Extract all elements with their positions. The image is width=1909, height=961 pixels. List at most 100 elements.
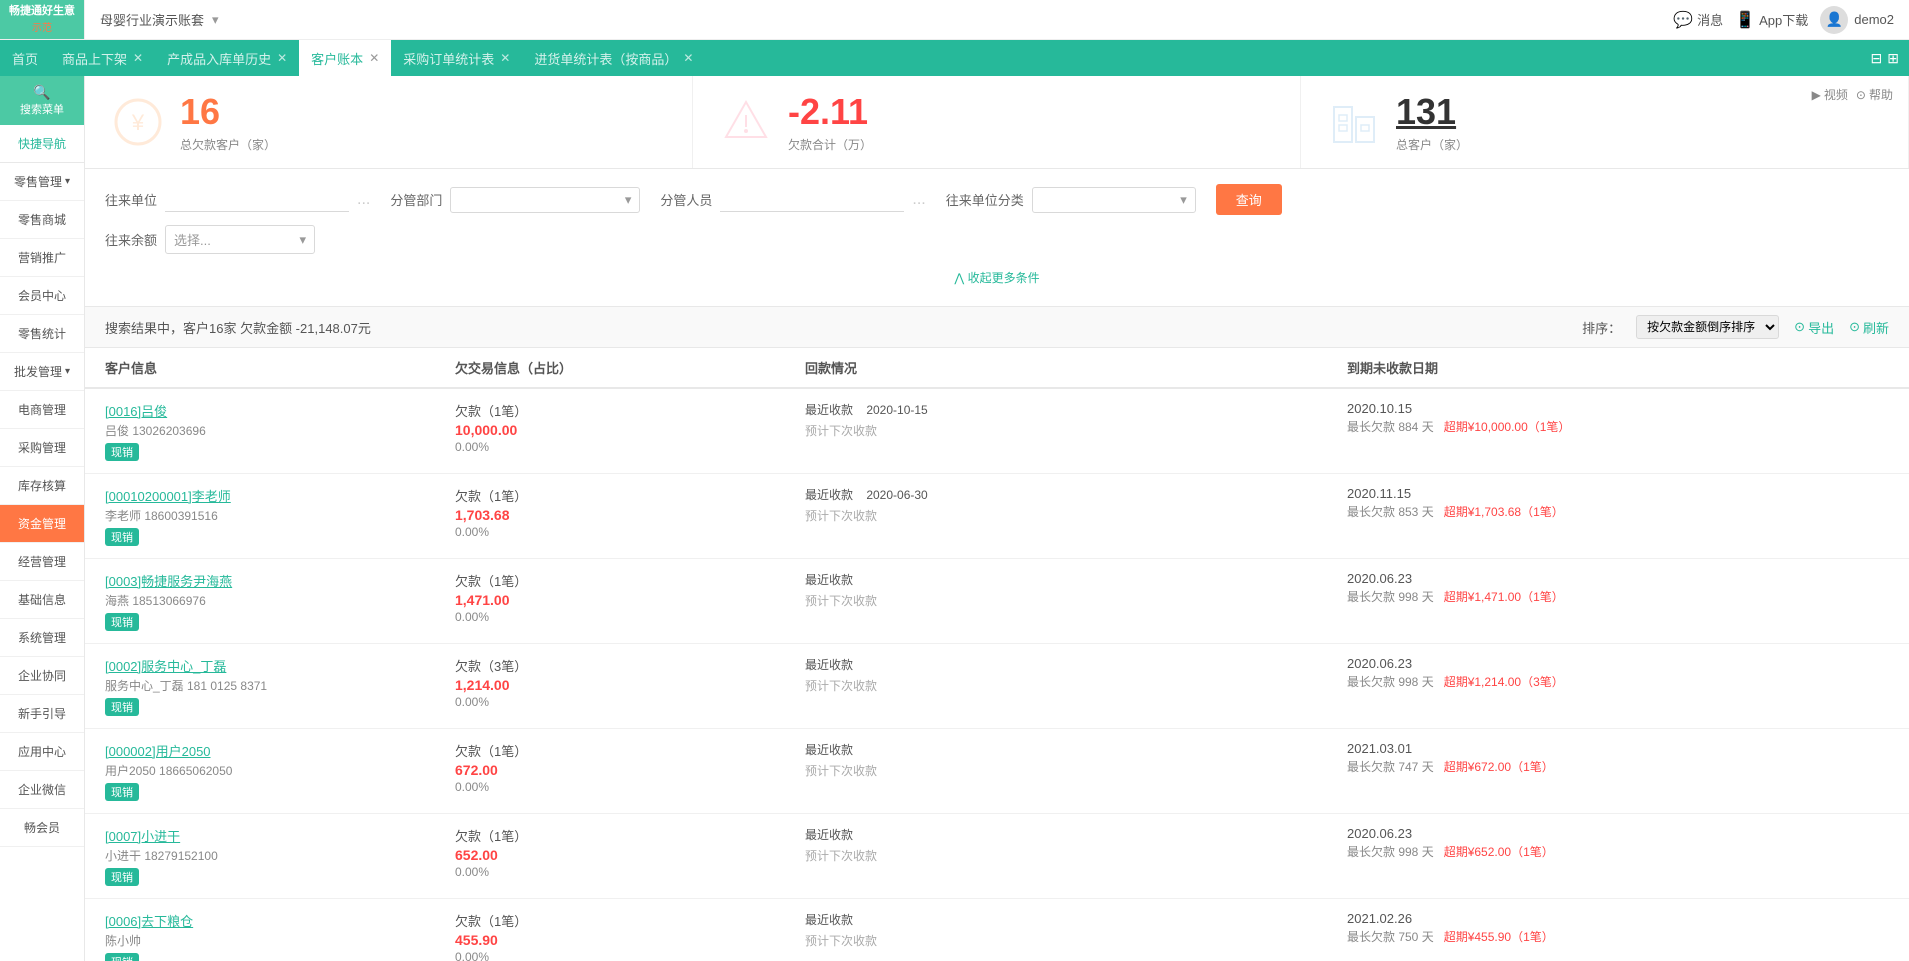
person-input[interactable] [720, 188, 904, 212]
tab-purchase-stats[interactable]: 进货单统计表（按商品） ✕ [522, 40, 705, 76]
overdue-cell: 2020.06.23 最长欠款 998 天 超期¥652.00（1笔） [1347, 826, 1889, 860]
chevron-down-icon: ▾ [65, 366, 70, 377]
customer-contact: 李老师 18600391516 [105, 507, 455, 524]
refresh-icon: ⊙ [1849, 319, 1860, 335]
refresh-button[interactable]: ⊙ 刷新 [1849, 318, 1889, 337]
overdue-amount[interactable]: 超期¥455.90（1笔） [1444, 930, 1554, 944]
tab-product-list[interactable]: 商品上下架 ✕ [50, 40, 155, 76]
customer-tag: 现销 [105, 443, 139, 461]
tab-close-icon[interactable]: ✕ [683, 51, 693, 65]
overdue-amount[interactable]: 超期¥10,000.00（1笔） [1444, 420, 1571, 434]
debt-customers-value: 16 [180, 91, 276, 133]
sidebar-item-newbie[interactable]: 新手引导 [0, 695, 84, 733]
industry-label: 母婴行业演示账套 [100, 10, 204, 29]
sidebar-item-purchase[interactable]: 采购管理 [0, 429, 84, 467]
tab-close-icon[interactable]: ✕ [277, 51, 287, 65]
sidebar-item-retail-manage[interactable]: 零售管理 ▾ [0, 163, 84, 201]
table-header: 客户信息 欠交易信息（占比） 回款情况 到期未收款日期 [85, 348, 1909, 389]
sidebar-item-member[interactable]: 会员中心 [0, 277, 84, 315]
dept-select[interactable]: ▾ [450, 187, 640, 213]
sidebar-item-marketing[interactable]: 营销推广 [0, 239, 84, 277]
person-dots[interactable]: ... [912, 191, 925, 209]
sidebar-item-capital[interactable]: 资金管理 [0, 505, 84, 543]
table-row: [0006]去下粮仓 陈小帅 现销 欠款（1笔） 455.90 0.00% 最近… [85, 899, 1909, 961]
video-link[interactable]: ▶ 视频 [1812, 86, 1848, 103]
recovery-label: 最近收款 2020-10-15 [805, 401, 1347, 418]
tab-close-icon[interactable]: ✕ [500, 51, 510, 65]
sidebar-item-app-center[interactable]: 应用中心 [0, 733, 84, 771]
help-link[interactable]: ⊙ 帮助 [1856, 86, 1893, 103]
recovery-cell: 最近收款 预计下次收款 [805, 741, 1347, 779]
tab-purchase-order[interactable]: 采购订单统计表 ✕ [391, 40, 522, 76]
avatar[interactable]: 👤 demo2 [1820, 6, 1894, 34]
overdue-days: 最长欠款 884 天 超期¥10,000.00（1笔） [1347, 418, 1889, 435]
customer-name[interactable]: [0003]畅捷服务尹海燕 [105, 571, 455, 590]
customer-name[interactable]: [0016]吕俊 [105, 401, 455, 420]
recovery-cell: 最近收款 预计下次收款 [805, 826, 1347, 864]
sidebar-item-system[interactable]: 系统管理 [0, 619, 84, 657]
overdue-amount[interactable]: 超期¥672.00（1笔） [1444, 760, 1554, 774]
filter-dept: 分管部门 ▾ [390, 187, 640, 213]
balance-select[interactable]: 选择... ▾ [165, 225, 315, 254]
app-container: 畅捷通好生意 示范 母婴行业演示账套 ▾ 💬 消息 📱 App下载 👤 demo… [0, 0, 1909, 961]
tab-bar: 首页 商品上下架 ✕ 产成品入库单历史 ✕ 客户账本 ✕ 采购订单统计表 ✕ 进… [0, 40, 1909, 76]
sidebar-item-retail-stats[interactable]: 零售统计 [0, 315, 84, 353]
customer-name[interactable]: [0006]去下粮仓 [105, 911, 455, 930]
sidebar-item-batch-manage[interactable]: 批发管理 ▾ [0, 353, 84, 391]
sidebar-item-quick-nav: 快捷导航 [0, 125, 84, 163]
search-button[interactable]: 查询 [1216, 184, 1282, 215]
tab-home[interactable]: 首页 [0, 40, 50, 76]
customer-name[interactable]: [00010200001]李老师 [105, 486, 455, 505]
debt-amount: 1,214.00 [455, 677, 805, 693]
export-button[interactable]: ⊙ 导出 [1794, 318, 1834, 337]
recovery-label: 最近收款 [805, 911, 1347, 928]
dropdown-arrow-icon[interactable]: ▾ [212, 12, 219, 28]
sidebar-item-operations[interactable]: 经营管理 [0, 543, 84, 581]
overdue-cell: 2020.10.15 最长欠款 884 天 超期¥10,000.00（1笔） [1347, 401, 1889, 435]
total-customers-label: 总客户（家） [1396, 136, 1468, 153]
overdue-amount[interactable]: 超期¥1,703.68（1笔） [1444, 505, 1564, 519]
message-icon[interactable]: 💬 消息 [1673, 10, 1723, 30]
customer-name[interactable]: [0007]小进干 [105, 826, 455, 845]
from-unit-input[interactable] [165, 188, 349, 212]
tab-close-icon[interactable]: ✕ [133, 51, 143, 65]
debt-count: 欠款（1笔） [455, 826, 805, 845]
overdue-amount[interactable]: 超期¥652.00（1笔） [1444, 845, 1554, 859]
recovery-label: 最近收款 [805, 741, 1347, 758]
person-label: 分管人员 [660, 190, 712, 209]
tab-customer-account[interactable]: 客户账本 ✕ [299, 40, 391, 76]
unit-category-dropdown-icon: ▾ [1180, 192, 1187, 208]
customer-contact: 用户2050 18665062050 [105, 762, 455, 779]
sidebar-item-member-vip[interactable]: 畅会员 [0, 809, 84, 847]
overdue-amount[interactable]: 超期¥1,471.00（1笔） [1444, 590, 1564, 604]
tab-close-icon[interactable]: ✕ [369, 51, 379, 65]
customer-contact: 吕俊 13026203696 [105, 422, 455, 439]
debt-info-cell: 欠款（1笔） 1,471.00 0.00% [455, 571, 805, 624]
customer-name[interactable]: [000002]用户2050 [105, 741, 455, 760]
collapse-button[interactable]: ⋀ 收起更多条件 [105, 264, 1889, 291]
filter-unit-category: 往来单位分类 ▾ [946, 187, 1196, 213]
debt-info-cell: 欠款（1笔） 455.90 0.00% [455, 911, 805, 961]
from-unit-dots[interactable]: ... [357, 191, 370, 209]
overdue-date: 2021.02.26 [1347, 911, 1889, 926]
tab-product-history[interactable]: 产成品入库单历史 ✕ [155, 40, 299, 76]
sidebar-item-warehouse[interactable]: 库存核算 [0, 467, 84, 505]
debt-amount: 455.90 [455, 932, 805, 948]
sidebar-item-enterprise-collab[interactable]: 企业协同 [0, 657, 84, 695]
overdue-amount[interactable]: 超期¥1,214.00（3笔） [1444, 675, 1564, 689]
sidebar-search[interactable]: 🔍 搜索菜单 [0, 76, 84, 125]
app-download-icon[interactable]: 📱 App下载 [1735, 10, 1808, 30]
sort-select[interactable]: 按欠款金额倒序排序 [1636, 315, 1779, 339]
sidebar-item-basic-info[interactable]: 基础信息 [0, 581, 84, 619]
table-row: [00010200001]李老师 李老师 18600391516 现销 欠款（1… [85, 474, 1909, 559]
sidebar-item-enterprise-wechat[interactable]: 企业微信 [0, 771, 84, 809]
maximize-icon[interactable]: ⊞ [1887, 50, 1899, 67]
recovery-cell: 最近收款 预计下次收款 [805, 571, 1347, 609]
logo-area: 畅捷通好生意 示范 [0, 0, 85, 39]
minimize-icon[interactable]: ⊟ [1871, 50, 1883, 67]
sidebar-item-retail-mall[interactable]: 零售商城 [0, 201, 84, 239]
col-header-debt: 欠交易信息（占比） [455, 358, 805, 377]
sidebar-item-ecommerce[interactable]: 电商管理 [0, 391, 84, 429]
unit-category-select[interactable]: ▾ [1032, 187, 1196, 213]
customer-name[interactable]: [0002]服务中心_丁磊 [105, 656, 455, 675]
